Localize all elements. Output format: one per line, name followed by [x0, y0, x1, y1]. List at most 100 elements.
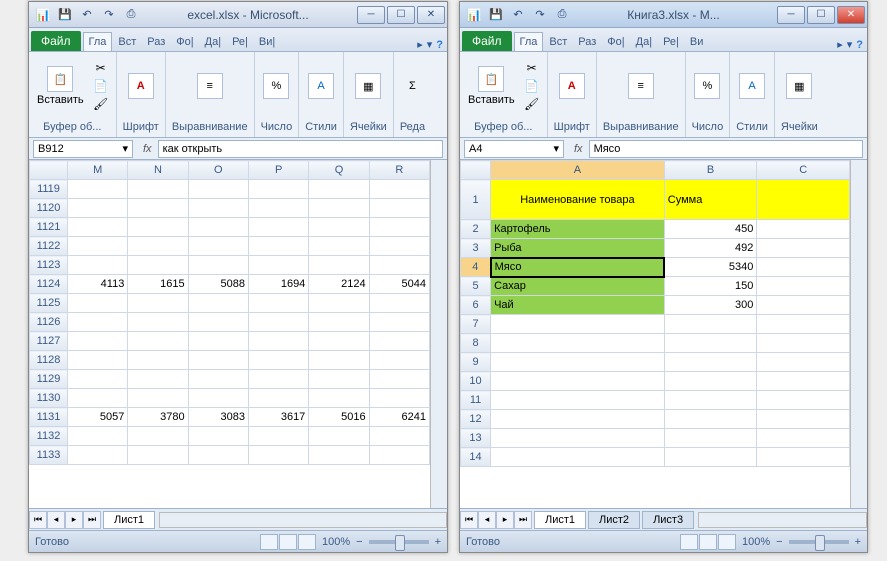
formula-input[interactable]: Мясо — [589, 140, 863, 158]
row-header[interactable]: 7 — [461, 315, 491, 334]
row-header[interactable]: 1122 — [30, 237, 68, 256]
grid[interactable]: M N O P Q R 1119 1120 1121 1122 1123 112… — [29, 160, 430, 508]
zoom-out-icon[interactable]: − — [776, 536, 782, 548]
close-button[interactable]: ✕ — [837, 6, 865, 24]
item-sum[interactable]: 492 — [664, 239, 757, 258]
row-header[interactable]: 13 — [461, 429, 491, 448]
item-name[interactable]: Рыба — [491, 239, 665, 258]
select-all-corner[interactable] — [461, 161, 491, 180]
row-header[interactable]: 1128 — [30, 351, 68, 370]
formula-input[interactable]: как открыть — [158, 140, 443, 158]
tab-view[interactable]: Ви| — [254, 33, 280, 51]
row-header[interactable]: 1119 — [30, 180, 68, 199]
col-header[interactable]: B — [664, 161, 757, 180]
cell[interactable]: 2124 — [309, 275, 369, 294]
row-header[interactable]: 14 — [461, 448, 491, 467]
tab-formulas[interactable]: Фо| — [602, 33, 629, 51]
row-header[interactable]: 5 — [461, 277, 491, 296]
maximize-button[interactable]: ☐ — [387, 6, 415, 24]
header-cell[interactable]: Наименование товара — [491, 180, 665, 220]
cell[interactable]: 3617 — [248, 408, 308, 427]
cell[interactable]: 6241 — [369, 408, 429, 427]
cell[interactable]: 5016 — [309, 408, 369, 427]
maximize-button[interactable]: ☐ — [807, 6, 835, 24]
file-tab[interactable]: Файл — [462, 31, 512, 51]
col-header[interactable]: O — [188, 161, 248, 180]
item-sum[interactable]: 150 — [664, 277, 757, 296]
sheet-nav-first[interactable]: ⏮ — [460, 511, 478, 529]
font-button[interactable]: A — [557, 71, 587, 101]
cell[interactable]: 1694 — [248, 275, 308, 294]
cell[interactable] — [757, 258, 850, 277]
titlebar[interactable]: 📊 💾 ↶ ↷ ⎙ excel.xlsx - Microsoft... ─ ☐ … — [29, 2, 447, 28]
col-header[interactable]: A — [491, 161, 665, 180]
row-header[interactable]: 1130 — [30, 389, 68, 408]
redo-icon[interactable]: ↷ — [99, 5, 119, 25]
col-header[interactable]: P — [248, 161, 308, 180]
col-header[interactable]: C — [757, 161, 850, 180]
view-layout[interactable] — [279, 534, 297, 550]
print-icon[interactable]: ⎙ — [121, 5, 141, 25]
sheet-tab[interactable]: Лист1 — [103, 511, 155, 529]
copy-icon[interactable]: 📄 — [523, 78, 541, 94]
print-icon[interactable]: ⎙ — [552, 5, 572, 25]
zoom-in-icon[interactable]: + — [855, 536, 861, 548]
dropdown-icon[interactable]: ▾ — [553, 142, 559, 155]
header-cell[interactable]: Сумма — [664, 180, 757, 220]
cut-icon[interactable]: ✂ — [92, 60, 110, 76]
zoom-slider[interactable] — [789, 540, 849, 544]
tab-insert[interactable]: Вст — [113, 33, 141, 51]
redo-icon[interactable]: ↷ — [530, 5, 550, 25]
paste-button[interactable]: 📋 Вставить — [466, 64, 517, 108]
minimize-ribbon-icon[interactable]: ▾ — [427, 38, 433, 51]
minimize-ribbon-icon[interactable]: ▾ — [847, 38, 853, 51]
item-name[interactable]: Картофель — [491, 220, 665, 239]
tab-scroll-icon[interactable]: ▸ — [417, 38, 423, 51]
view-pagebreak[interactable] — [718, 534, 736, 550]
cut-icon[interactable]: ✂ — [523, 60, 541, 76]
zoom-level[interactable]: 100% — [742, 536, 770, 548]
cell[interactable] — [757, 277, 850, 296]
sheet-nav-next[interactable]: ▸ — [65, 511, 83, 529]
row-header[interactable]: 2 — [461, 220, 491, 239]
sheet-nav-last[interactable]: ⏭ — [514, 511, 532, 529]
tab-data[interactable]: Да| — [200, 33, 226, 51]
row-header[interactable]: 12 — [461, 410, 491, 429]
sheet-nav-last[interactable]: ⏭ — [83, 511, 101, 529]
row-header[interactable]: 1132 — [30, 427, 68, 446]
font-button[interactable]: A — [126, 71, 156, 101]
view-pagebreak[interactable] — [298, 534, 316, 550]
format-painter-icon[interactable]: 🖌 — [523, 96, 541, 112]
cells-button[interactable]: ▦ — [784, 71, 814, 101]
copy-icon[interactable]: 📄 — [92, 78, 110, 94]
number-button[interactable]: % — [692, 71, 722, 101]
fx-icon[interactable]: fx — [574, 143, 583, 155]
row-header[interactable]: 1127 — [30, 332, 68, 351]
grid[interactable]: A B C 1 Наименование товара Сумма 2 Карт… — [460, 160, 850, 508]
cell[interactable]: 3083 — [188, 408, 248, 427]
tab-formulas[interactable]: Фо| — [171, 33, 198, 51]
sheet-nav-prev[interactable]: ◂ — [478, 511, 496, 529]
col-header[interactable]: Q — [309, 161, 369, 180]
row-header[interactable]: 1 — [461, 180, 491, 220]
tab-layout[interactable]: Раз — [142, 33, 170, 51]
autosum-icon[interactable]: Σ — [409, 80, 416, 92]
cell[interactable]: 4113 — [68, 275, 128, 294]
cells-button[interactable]: ▦ — [353, 71, 383, 101]
cell[interactable]: 3780 — [128, 408, 188, 427]
undo-icon[interactable]: ↶ — [508, 5, 528, 25]
row-header[interactable]: 1126 — [30, 313, 68, 332]
view-normal[interactable] — [680, 534, 698, 550]
help-icon[interactable]: ? — [856, 39, 863, 51]
row-header[interactable]: 3 — [461, 239, 491, 258]
sheet-nav-first[interactable]: ⏮ — [29, 511, 47, 529]
align-button[interactable]: ≡ — [626, 71, 656, 101]
tab-home[interactable]: Гла — [83, 32, 113, 51]
cell[interactable] — [757, 239, 850, 258]
row-header[interactable]: 10 — [461, 372, 491, 391]
item-name-selected[interactable]: Мясо — [491, 258, 665, 277]
align-button[interactable]: ≡ — [195, 71, 225, 101]
styles-button[interactable]: A — [306, 71, 336, 101]
row-header[interactable]: 1120 — [30, 199, 68, 218]
tab-insert[interactable]: Вст — [544, 33, 572, 51]
